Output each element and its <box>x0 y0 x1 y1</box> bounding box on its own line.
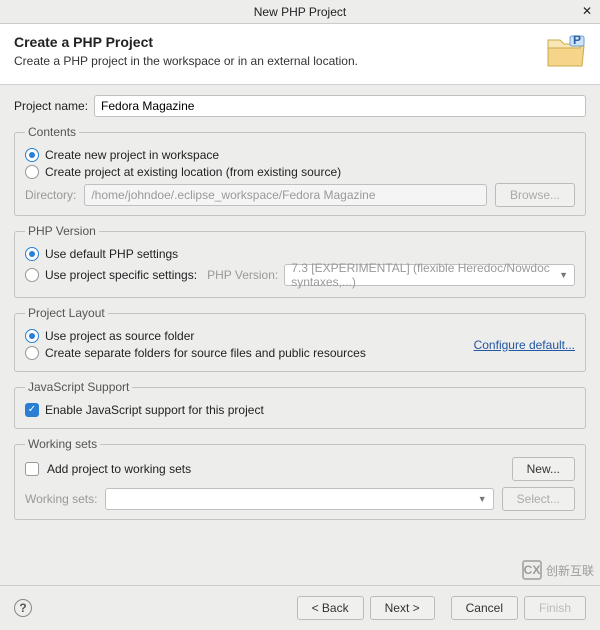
php-folder-icon: P <box>546 34 586 70</box>
watermark-text: 创新互联 <box>546 562 594 579</box>
project-name-input[interactable] <box>94 95 586 117</box>
checkbox-js-support-label: Enable JavaScript support for this proje… <box>45 403 264 417</box>
working-sets-select: ▼ <box>105 488 493 510</box>
select-working-set-button: Select... <box>502 487 575 511</box>
watermark: CX 创新互联 <box>522 560 594 580</box>
banner-heading: Create a PHP Project <box>14 34 358 50</box>
banner-subtitle: Create a PHP project in the workspace or… <box>14 54 358 68</box>
radio-create-workspace[interactable] <box>25 148 39 162</box>
php-version-label: PHP Version: <box>207 268 278 282</box>
working-sets-label: Working sets: <box>25 492 97 506</box>
php-version-select: 7.3 [EXPERIMENTAL] (flexible Heredoc/Now… <box>284 264 575 286</box>
contents-group: Contents Create new project in workspace… <box>14 125 586 216</box>
checkbox-add-working-sets[interactable] <box>25 462 39 476</box>
php-version-legend: PHP Version <box>25 224 99 238</box>
radio-specific-php-label: Use project specific settings: <box>45 268 197 282</box>
finish-button: Finish <box>524 596 586 620</box>
configure-default-link[interactable]: Configure default... <box>474 338 575 352</box>
checkbox-js-support[interactable] <box>25 403 39 417</box>
checkbox-add-working-sets-label: Add project to working sets <box>47 462 504 476</box>
js-support-group: JavaScript Support Enable JavaScript sup… <box>14 380 586 429</box>
php-version-value: 7.3 [EXPERIMENTAL] (flexible Heredoc/Now… <box>291 261 559 289</box>
chevron-down-icon: ▼ <box>559 270 568 280</box>
php-version-group: PHP Version Use default PHP settings Use… <box>14 224 586 298</box>
radio-create-workspace-label: Create new project in workspace <box>45 148 219 162</box>
help-icon[interactable]: ? <box>14 599 32 617</box>
title-bar: New PHP Project ✕ <box>0 0 600 24</box>
project-layout-legend: Project Layout <box>25 306 108 320</box>
radio-source-folder-label: Use project as source folder <box>45 329 194 343</box>
radio-existing-location-label: Create project at existing location (fro… <box>45 165 341 179</box>
next-button[interactable]: Next > <box>370 596 435 620</box>
back-button[interactable]: < Back <box>297 596 364 620</box>
radio-separate-folders-label: Create separate folders for source files… <box>45 346 366 360</box>
close-icon[interactable]: ✕ <box>580 4 594 18</box>
watermark-logo-icon: CX <box>522 560 542 580</box>
wizard-banner: Create a PHP Project Create a PHP projec… <box>0 24 600 85</box>
project-layout-group: Project Layout Use project as source fol… <box>14 306 586 372</box>
radio-default-php-label: Use default PHP settings <box>45 247 178 261</box>
js-support-legend: JavaScript Support <box>25 380 132 394</box>
cancel-button[interactable]: Cancel <box>451 596 518 620</box>
wizard-footer: ? < Back Next > Cancel Finish <box>0 585 600 630</box>
directory-input <box>84 184 487 206</box>
working-sets-legend: Working sets <box>25 437 100 451</box>
svg-text:P: P <box>573 34 581 47</box>
radio-existing-location[interactable] <box>25 165 39 179</box>
window-title: New PHP Project <box>254 5 346 19</box>
radio-default-php[interactable] <box>25 247 39 261</box>
new-working-set-button[interactable]: New... <box>512 457 575 481</box>
browse-button: Browse... <box>495 183 575 207</box>
project-name-label: Project name: <box>14 99 88 113</box>
radio-specific-php[interactable] <box>25 268 39 282</box>
working-sets-group: Working sets Add project to working sets… <box>14 437 586 520</box>
chevron-down-icon: ▼ <box>478 494 487 504</box>
directory-label: Directory: <box>25 188 76 202</box>
radio-source-folder[interactable] <box>25 329 39 343</box>
radio-separate-folders[interactable] <box>25 346 39 360</box>
contents-legend: Contents <box>25 125 79 139</box>
